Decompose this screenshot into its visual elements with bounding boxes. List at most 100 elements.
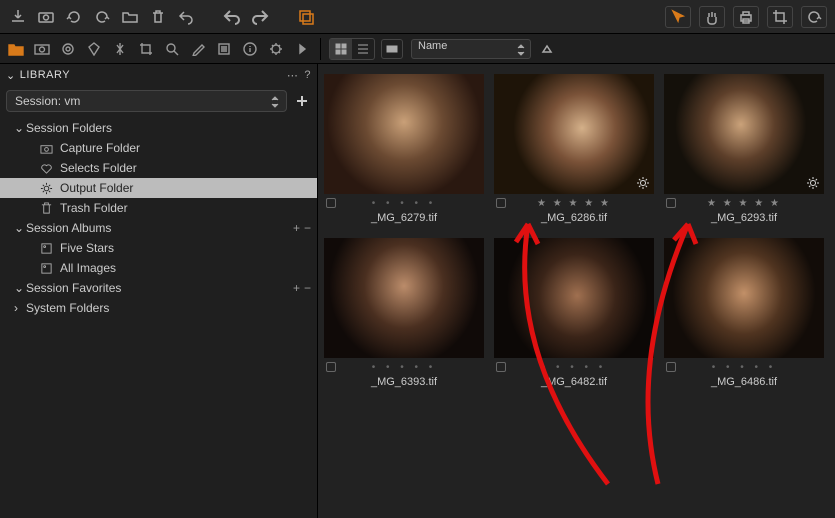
- adjust-tool-icon[interactable]: [266, 39, 286, 59]
- color-tool-icon[interactable]: [84, 39, 104, 59]
- import-icon[interactable]: [8, 7, 28, 27]
- tree-item[interactable]: All Images: [0, 258, 317, 278]
- tree-item[interactable]: Capture Folder: [0, 138, 317, 158]
- album-icon: [38, 242, 54, 255]
- chevron-icon: ⌄: [14, 121, 26, 135]
- thumbnail-grid: • • • • • _MG_6279.tif ★ ★ ★ ★ ★ _MG_628…: [324, 74, 829, 392]
- add-icon[interactable]: +: [293, 221, 300, 235]
- thumbnail[interactable]: • • • • • _MG_6279.tif: [324, 74, 484, 228]
- thumb-image[interactable]: [324, 238, 484, 358]
- tree-item[interactable]: Output Folder: [0, 178, 317, 198]
- gear-icon[interactable]: [806, 176, 820, 190]
- select-checkbox[interactable]: [666, 362, 676, 372]
- item-label: Output Folder: [60, 181, 311, 195]
- chevron-down-icon: ⌄: [6, 69, 16, 82]
- grid-view-button[interactable]: [330, 39, 352, 59]
- thumb-meta: • • • • •: [324, 358, 484, 376]
- folder-move-icon[interactable]: [120, 7, 140, 27]
- rating-dots: • • • • •: [712, 362, 777, 373]
- select-checkbox[interactable]: [496, 362, 506, 372]
- library-header[interactable]: ⌄ LIBRARY ⋯ ?: [0, 64, 317, 86]
- rating-dots: • • • • •: [372, 362, 437, 373]
- redo-big-icon[interactable]: [250, 7, 270, 27]
- rating-stars: ★ ★ ★ ★ ★: [707, 198, 781, 209]
- tree-group[interactable]: ⌄Session Albums+−: [0, 218, 317, 238]
- more-icon[interactable]: ⋯: [287, 69, 299, 82]
- hand-tool-icon[interactable]: [699, 6, 725, 28]
- thumbnail[interactable]: • • • • • _MG_6486.tif: [664, 238, 824, 392]
- add-icon[interactable]: +: [293, 281, 300, 295]
- crop-tool-icon[interactable]: [767, 6, 793, 28]
- thumb-filename: _MG_6393.tif: [324, 376, 484, 392]
- thumb-image[interactable]: [494, 74, 654, 194]
- lens-tool-icon[interactable]: [58, 39, 78, 59]
- select-checkbox[interactable]: [666, 198, 676, 208]
- tree-item[interactable]: Selects Folder: [0, 158, 317, 178]
- metadata-tool-icon[interactable]: [214, 39, 234, 59]
- trash-icon: [38, 202, 54, 215]
- brush-tool-icon[interactable]: [188, 39, 208, 59]
- gear-icon[interactable]: [636, 176, 650, 190]
- sort-value: Name: [418, 40, 447, 52]
- rotate-cw-icon[interactable]: [92, 7, 112, 27]
- print-tool-icon[interactable]: [733, 6, 759, 28]
- sort-direction-icon[interactable]: [537, 39, 557, 59]
- capture-tool-icon[interactable]: [32, 39, 52, 59]
- help-icon[interactable]: ?: [304, 69, 311, 81]
- thumb-image[interactable]: [664, 74, 824, 194]
- select-checkbox[interactable]: [326, 198, 336, 208]
- remove-icon[interactable]: −: [304, 281, 311, 295]
- exposure-tool-icon[interactable]: [110, 39, 130, 59]
- thumb-image[interactable]: [664, 238, 824, 358]
- loupe-tool-icon[interactable]: [162, 39, 182, 59]
- item-label: Capture Folder: [60, 141, 311, 155]
- tree-group[interactable]: ⌄Session Folders: [0, 118, 317, 138]
- tree-item[interactable]: Trash Folder: [0, 198, 317, 218]
- thumb-meta: • • • • •: [494, 358, 654, 376]
- camera-icon[interactable]: [36, 7, 56, 27]
- thumb-image[interactable]: [494, 238, 654, 358]
- thumb-filename: _MG_6293.tif: [664, 212, 824, 228]
- tree-group[interactable]: ›System Folders: [0, 298, 317, 318]
- thumb-filename: _MG_6482.tif: [494, 376, 654, 392]
- thumb-meta: ★ ★ ★ ★ ★: [664, 194, 824, 212]
- library-tool-icon[interactable]: [6, 39, 26, 59]
- chevron-icon: ⌄: [14, 221, 26, 235]
- rating-dots: • • • • •: [542, 362, 607, 373]
- tree-group[interactable]: ⌄Session Favorites +−: [0, 278, 317, 298]
- chevron-icon: ⌄: [14, 281, 26, 295]
- remove-icon[interactable]: −: [304, 221, 311, 235]
- select-checkbox[interactable]: [326, 362, 336, 372]
- more-tool-icon[interactable]: [292, 39, 312, 59]
- browser: • • • • • _MG_6279.tif ★ ★ ★ ★ ★ _MG_628…: [318, 64, 835, 518]
- rotate-tool-icon[interactable]: [801, 6, 827, 28]
- rotate-ccw-icon[interactable]: [64, 7, 84, 27]
- undo-icon[interactable]: [176, 7, 196, 27]
- sidebar: ⌄ LIBRARY ⋯ ? Session: vm ⌄Session Folde…: [0, 64, 318, 518]
- undo-big-icon[interactable]: [222, 7, 242, 27]
- thumbnail[interactable]: ★ ★ ★ ★ ★ _MG_6286.tif: [494, 74, 654, 228]
- select-checkbox[interactable]: [496, 198, 506, 208]
- sort-select[interactable]: Name: [411, 39, 531, 59]
- album-icon: [38, 262, 54, 275]
- tree-item[interactable]: Five Stars: [0, 238, 317, 258]
- camera-icon: [38, 142, 54, 155]
- list-view-button[interactable]: [352, 39, 374, 59]
- session-select[interactable]: Session: vm: [6, 90, 287, 112]
- cursor-tool-icon[interactable]: [665, 6, 691, 28]
- thumb-image[interactable]: [324, 74, 484, 194]
- group-label: Session Favorites: [26, 281, 289, 295]
- thumbnail[interactable]: ★ ★ ★ ★ ★ _MG_6293.tif: [664, 74, 824, 228]
- windows-icon[interactable]: [296, 7, 316, 27]
- folder-tree: ⌄Session FoldersCapture FolderSelects Fo…: [0, 116, 317, 320]
- filmstrip-view-button[interactable]: [381, 39, 403, 59]
- item-label: Selects Folder: [60, 161, 311, 175]
- add-session-button[interactable]: [293, 92, 311, 110]
- crop-tool-icon-2[interactable]: [136, 39, 156, 59]
- tools-row: Name: [0, 34, 835, 64]
- thumbnail[interactable]: • • • • • _MG_6482.tif: [494, 238, 654, 392]
- trash-icon[interactable]: [148, 7, 168, 27]
- group-label: Session Folders: [26, 121, 311, 135]
- info-tool-icon[interactable]: [240, 39, 260, 59]
- thumbnail[interactable]: • • • • • _MG_6393.tif: [324, 238, 484, 392]
